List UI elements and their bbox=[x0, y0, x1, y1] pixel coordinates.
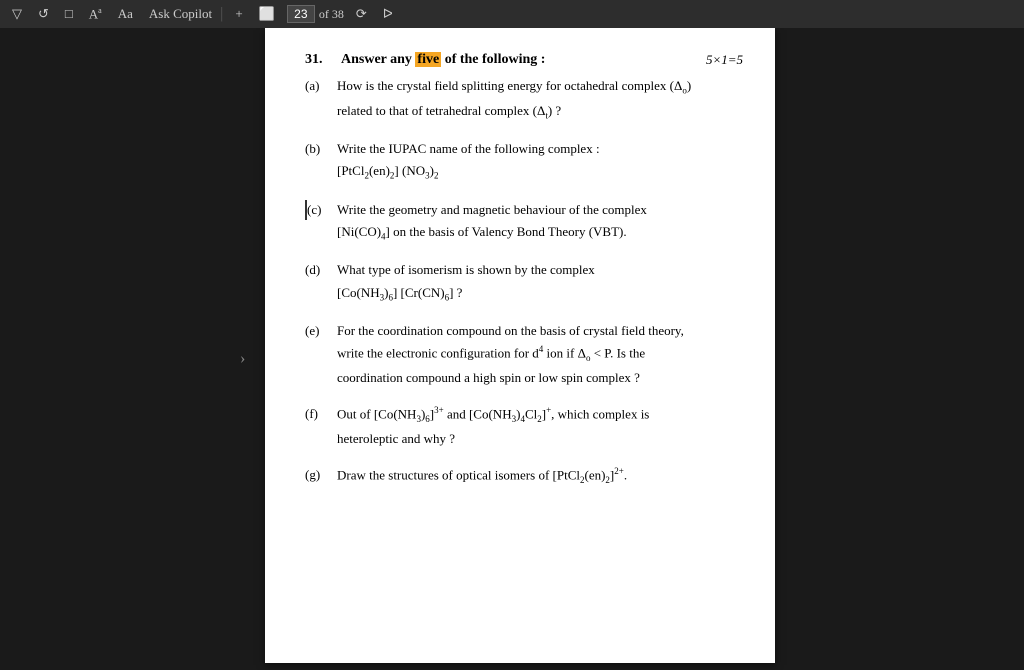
highlight-five: five bbox=[415, 52, 441, 67]
content-c: Write the geometry and magnetic behaviou… bbox=[337, 200, 743, 247]
content-d: What type of isomerism is shown by the c… bbox=[337, 260, 743, 307]
share-icon[interactable]: ᐅ bbox=[379, 4, 397, 24]
sub-question-c: (c) Write the geometry and magnetic beha… bbox=[305, 200, 743, 247]
toolbar: ▽ ↺ □ Aa Aa Ask Copilot | + ⬜ of 38 ⟳ ᐅ bbox=[0, 0, 1024, 28]
question-number: 31. bbox=[305, 52, 333, 68]
sub-question-g: (g) Draw the structures of optical isome… bbox=[305, 465, 743, 490]
label-c: (c) bbox=[305, 200, 337, 220]
label-g: (g) bbox=[305, 465, 337, 485]
content-a: How is the crystal field splitting energ… bbox=[337, 76, 743, 125]
label-d: (d) bbox=[305, 260, 337, 280]
dark-background-right bbox=[775, 28, 1024, 670]
content-b: Write the IUPAC name of the following co… bbox=[337, 139, 743, 186]
font-icon[interactable]: Aa bbox=[85, 4, 106, 24]
page-of-text: of 38 bbox=[319, 7, 344, 22]
ask-copilot-button[interactable]: Ask Copilot bbox=[149, 6, 212, 22]
back-icon[interactable]: ↺ bbox=[34, 4, 53, 24]
content-e: For the coordination compound on the bas… bbox=[337, 321, 743, 390]
menu-icon[interactable]: ▽ bbox=[8, 4, 26, 24]
marks: 5×1=5 bbox=[706, 52, 743, 68]
page-info: of 38 bbox=[287, 5, 344, 23]
view-icon[interactable]: □ bbox=[61, 4, 77, 24]
content-f: Out of [Co(NH3)6]3+ and [Co(NH3)4Cl2]+, … bbox=[337, 404, 743, 451]
prev-page-arrow[interactable]: › bbox=[240, 350, 245, 368]
sub-question-d: (d) What type of isomerism is shown by t… bbox=[305, 260, 743, 307]
add-icon[interactable]: + bbox=[231, 4, 246, 24]
sub-question-a: (a) How is the crystal field splitting e… bbox=[305, 76, 743, 125]
label-b: (b) bbox=[305, 139, 337, 159]
refresh-icon[interactable]: ⟳ bbox=[352, 4, 371, 24]
label-e: (e) bbox=[305, 321, 337, 341]
sub-question-f: (f) Out of [Co(NH3)6]3+ and [Co(NH3)4Cl2… bbox=[305, 404, 743, 451]
label-f: (f) bbox=[305, 404, 337, 424]
separator: | bbox=[220, 5, 223, 23]
label-a: (a) bbox=[305, 76, 337, 96]
sub-question-b: (b) Write the IUPAC name of the followin… bbox=[305, 139, 743, 186]
page-number-input[interactable] bbox=[287, 5, 315, 23]
document-page: 31. Answer any five of the following : 5… bbox=[265, 28, 775, 663]
content-g: Draw the structures of optical isomers o… bbox=[337, 465, 743, 490]
dark-background-left bbox=[0, 28, 265, 670]
text-icon[interactable]: Aa bbox=[114, 4, 137, 24]
question-title: Answer any five of the following : bbox=[341, 52, 545, 68]
sub-question-e: (e) For the coordination compound on the… bbox=[305, 321, 743, 390]
view-mode-icon[interactable]: ⬜ bbox=[255, 4, 279, 24]
